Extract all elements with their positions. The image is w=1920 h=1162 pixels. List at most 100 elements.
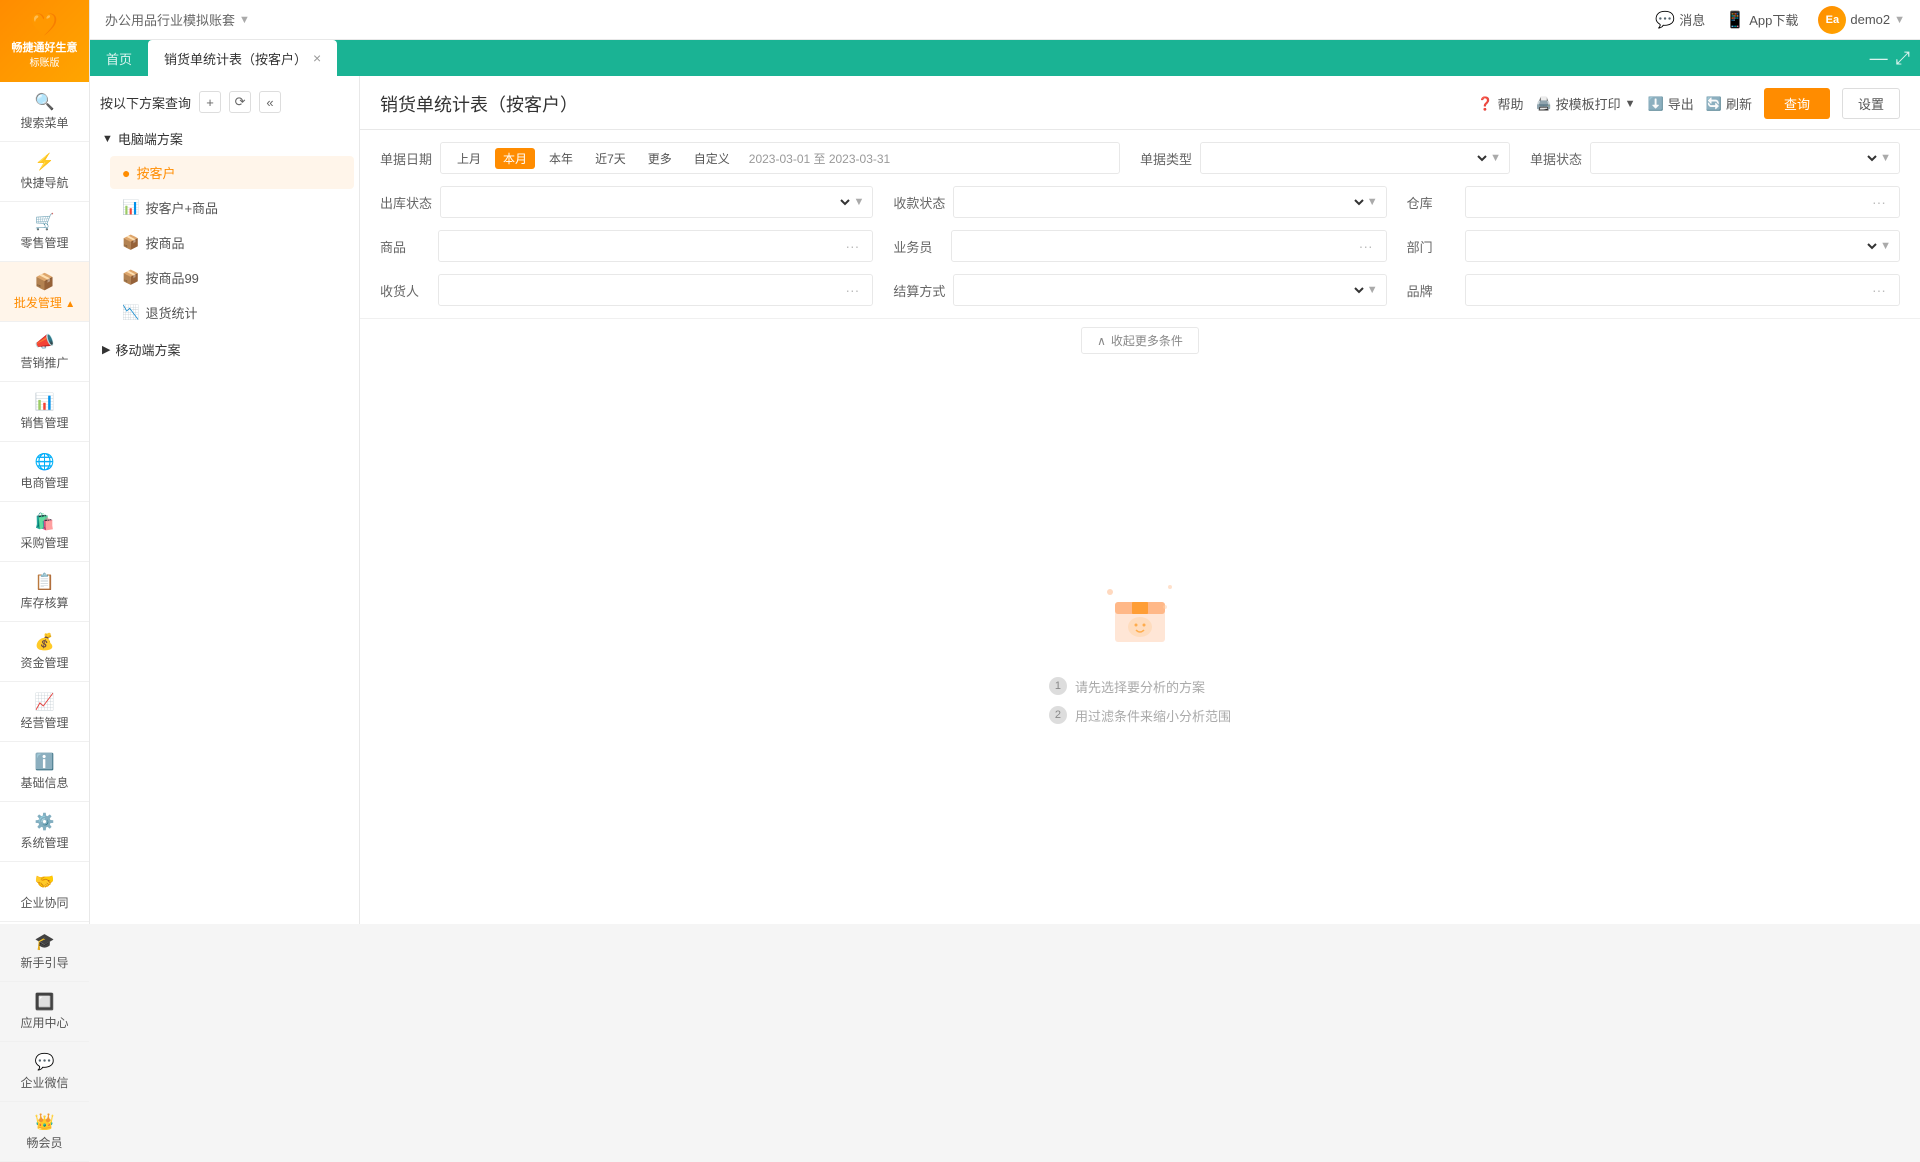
tab-close-icon[interactable]: × [313, 50, 321, 66]
sidebar-item-newbie[interactable]: 🎓 新手引导 [0, 922, 89, 982]
receiver-control[interactable]: ··· [438, 274, 873, 306]
template-print-label: 按模板打印 [1556, 94, 1621, 113]
print-icon: 🖨️ [1535, 96, 1551, 112]
scheme-group-mobile-title[interactable]: ▶ 移动端方案 [90, 334, 359, 365]
scheme-item-by-customer[interactable]: ● 按客户 [110, 156, 354, 189]
sidebar-item-finance[interactable]: 💰 资金管理 [0, 622, 89, 682]
sidebar-item-member[interactable]: 👑 畅会员 [0, 1102, 89, 1162]
sidebar-item-basic[interactable]: ℹ️ 基础信息 [0, 742, 89, 802]
filter-product: 商品 ··· [380, 230, 873, 262]
scheme-item-by-product-99[interactable]: 📦 按商品99 [110, 261, 354, 294]
sidebar-item-ecommerce[interactable]: 🌐 电商管理 [0, 442, 89, 502]
product-input[interactable] [447, 239, 840, 254]
brand-control[interactable]: ··· [1465, 274, 1900, 306]
receiver-input[interactable] [447, 283, 840, 298]
product-more-icon[interactable]: ··· [840, 238, 864, 254]
date-btn-7-days[interactable]: 近7天 [587, 148, 634, 169]
doc-status-select[interactable] [1599, 150, 1880, 167]
expand-arrow: ▲ [65, 299, 75, 310]
scheme-item-by-product[interactable]: 📦 按商品 [110, 226, 354, 259]
sidebar-item-operation[interactable]: 📈 经营管理 [0, 682, 89, 742]
right-content: 销货单统计表（按客户） ❓ 帮助 🖨️ 按模板打印 ▼ ⬇️ 导出 [360, 76, 1920, 924]
message-btn[interactable]: 💬 消息 [1655, 10, 1705, 30]
app-download-btn[interactable]: 📱 App下载 [1725, 10, 1798, 30]
filter-receiver: 收货人 ··· [380, 274, 873, 306]
product-control[interactable]: ··· [438, 230, 873, 262]
message-label: 消息 [1679, 10, 1705, 29]
sidebar-item-system[interactable]: ⚙️ 系统管理 [0, 802, 89, 862]
collapse-panel-btn[interactable]: « [259, 91, 281, 113]
out-status-control[interactable]: ▼ [440, 186, 873, 218]
group-arrow-icon: ▶ [102, 343, 110, 356]
date-btn-this-month[interactable]: 本月 [495, 148, 535, 169]
department-select[interactable] [1474, 238, 1880, 255]
warehouse-label: 仓库 [1407, 193, 1457, 212]
sidebar-item-sales[interactable]: 📊 销售管理 [0, 382, 89, 442]
sidebar-item-wholesale[interactable]: 📦 批发管理 ▲ [0, 262, 89, 322]
date-filter-control: 上月 本月 本年 近7天 更多 自定义 2023-03-01 至 2023-03… [440, 142, 1120, 174]
sidebar-item-marketing[interactable]: 📣 营销推广 [0, 322, 89, 382]
scheme-item-return-stats[interactable]: 📉 退货统计 [110, 296, 354, 329]
empty-step-2: 2 用过滤条件来缩小分析范围 [1049, 706, 1231, 725]
scheme-group-pc-title[interactable]: ▼ 电脑端方案 [90, 123, 359, 154]
sidebar-item-search-menu[interactable]: 🔍 搜索菜单 [0, 82, 89, 142]
export-label: 导出 [1668, 94, 1694, 113]
collapse-icon: « [266, 95, 273, 110]
industry-selector[interactable]: 办公用品行业模拟账套 ▼ [105, 10, 250, 29]
doc-status-control[interactable]: ▼ [1590, 142, 1900, 174]
date-btn-last-month[interactable]: 上月 [449, 148, 489, 169]
tab-minimize-icon[interactable]: — [1870, 48, 1888, 69]
scheme-item-by-customer-product[interactable]: 📊 按客户+商品 [110, 191, 354, 224]
settings-button[interactable]: 设置 [1842, 88, 1900, 119]
sidebar-item-app-center[interactable]: 🔲 应用中心 [0, 982, 89, 1042]
export-btn[interactable]: ⬇️ 导出 [1648, 94, 1694, 113]
sidebar-item-wechat[interactable]: 💬 企业微信 [0, 1042, 89, 1102]
sidebar-item-retail[interactable]: 🛒 零售管理 [0, 202, 89, 262]
date-btn-custom[interactable]: 自定义 [686, 148, 738, 169]
receiver-more-icon[interactable]: ··· [840, 282, 864, 298]
tab-sales-stats[interactable]: 销货单统计表（按客户） × [148, 40, 337, 76]
warehouse-control[interactable]: ··· [1465, 186, 1900, 218]
header-right: 💬 消息 📱 App下载 Ea demo2 ▼ [1655, 6, 1905, 34]
salesperson-input[interactable] [960, 239, 1353, 254]
warehouse-input[interactable] [1474, 195, 1867, 210]
payment-control[interactable]: ▼ [953, 274, 1386, 306]
salesperson-more-icon[interactable]: ··· [1354, 238, 1378, 254]
doc-status-arrow-icon: ▼ [1880, 152, 1891, 164]
add-scheme-btn[interactable]: + [199, 91, 221, 113]
brand-input[interactable] [1474, 283, 1867, 298]
brand-more-icon[interactable]: ··· [1867, 282, 1891, 298]
collect-status-label: 收款状态 [893, 193, 945, 212]
query-button[interactable]: 查询 [1764, 88, 1830, 119]
sidebar-item-quick-nav[interactable]: ⚡ 快捷导航 [0, 142, 89, 202]
refresh-scheme-btn[interactable]: ⟳ [229, 91, 251, 113]
sidebar-item-enterprise[interactable]: 🤝 企业协同 [0, 862, 89, 922]
date-btn-more[interactable]: 更多 [640, 148, 680, 169]
warehouse-more-icon[interactable]: ··· [1867, 194, 1891, 210]
collect-status-control[interactable]: ▼ [953, 186, 1386, 218]
tab-maximize-icon[interactable]: ⤢ [1896, 48, 1910, 69]
filter-doc-type: 单据类型 ▼ [1140, 142, 1510, 174]
salesperson-control[interactable]: ··· [951, 230, 1386, 262]
payment-select[interactable] [962, 282, 1366, 299]
sidebar-item-inventory[interactable]: 📋 库存核算 [0, 562, 89, 622]
scheme-item-label: 按商品99 [145, 268, 198, 287]
tab-home[interactable]: 首页 [90, 40, 148, 76]
template-print-btn[interactable]: 🖨️ 按模板打印 ▼ [1535, 94, 1635, 113]
inventory-icon: 📋 [5, 572, 84, 592]
department-control[interactable]: ▼ [1465, 230, 1900, 262]
help-btn[interactable]: ❓ 帮助 [1477, 94, 1523, 113]
refresh-btn[interactable]: 🔄 刷新 [1706, 94, 1752, 113]
scheme-group-mobile: ▶ 移动端方案 [90, 334, 359, 365]
collapse-button[interactable]: ∧ 收起更多条件 [1081, 327, 1199, 354]
collect-status-select[interactable] [962, 194, 1366, 211]
user-menu[interactable]: Ea demo2 ▼ [1818, 6, 1905, 34]
app-logo[interactable]: 🧡 畅捷通好生意 标账版 [0, 0, 89, 82]
doc-type-control[interactable]: ▼ [1200, 142, 1510, 174]
app-download-label: App下载 [1749, 10, 1798, 29]
date-btn-this-year[interactable]: 本年 [541, 148, 581, 169]
out-status-select[interactable] [449, 194, 853, 211]
doc-type-select[interactable] [1209, 150, 1490, 167]
sidebar-item-purchase[interactable]: 🛍️ 采购管理 [0, 502, 89, 562]
panel-title: 按以下方案查询 [100, 93, 191, 112]
